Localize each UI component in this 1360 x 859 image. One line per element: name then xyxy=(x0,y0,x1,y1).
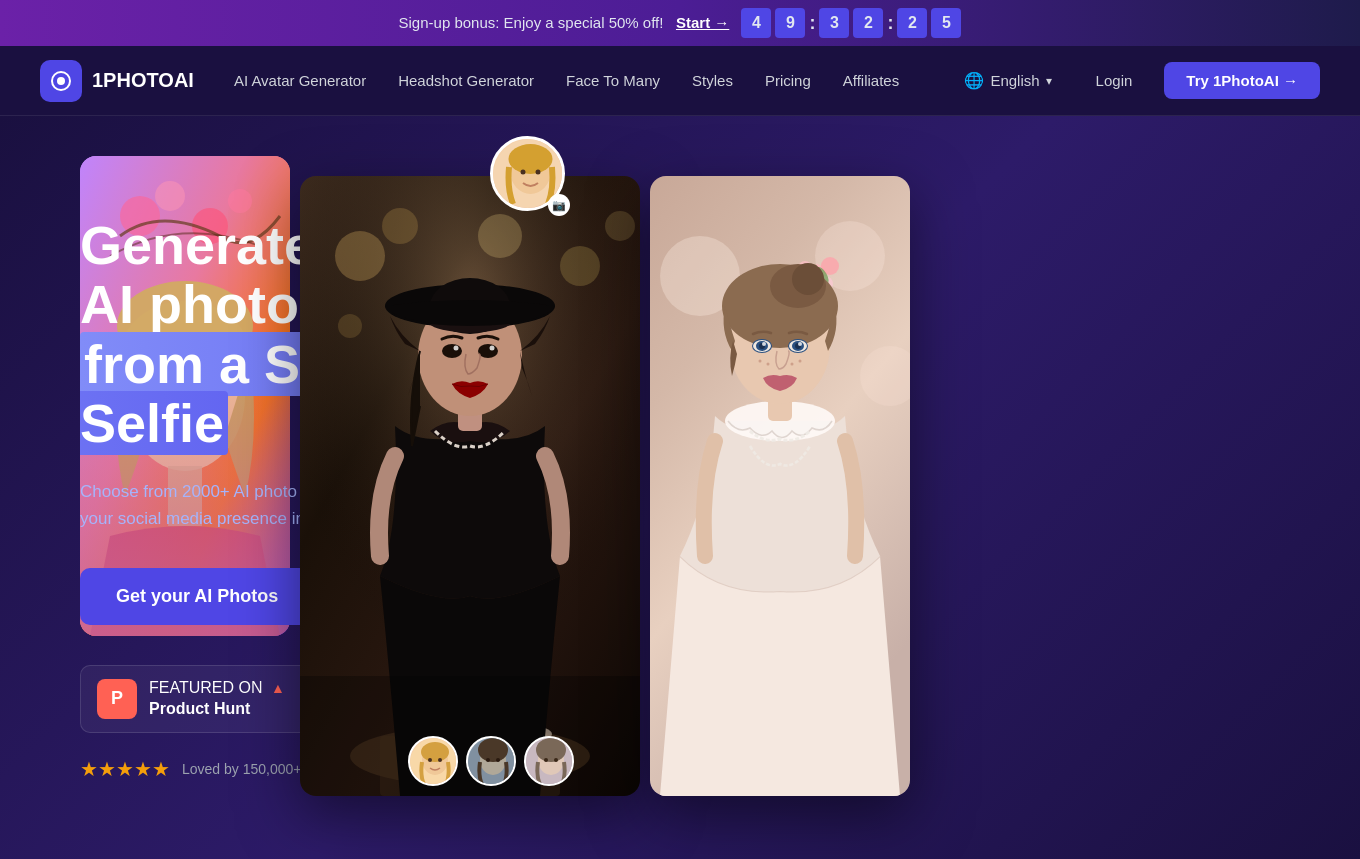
countdown-d2: 9 xyxy=(775,8,805,38)
countdown-sep1: : xyxy=(809,13,815,34)
navbar: 1PHOTOAI AI Avatar Generator Headshot Ge… xyxy=(0,46,1360,116)
svg-point-35 xyxy=(478,344,498,358)
thumb-1[interactable] xyxy=(408,736,458,786)
countdown-d1: 4 xyxy=(741,8,771,38)
svg-point-72 xyxy=(428,758,432,762)
countdown-sep2: : xyxy=(887,13,893,34)
ph-featured-text: FEATURED ON xyxy=(149,679,262,696)
svg-point-65 xyxy=(759,360,762,363)
profile-avatar-container: 📷 xyxy=(490,136,570,216)
svg-point-22 xyxy=(478,214,522,258)
svg-point-63 xyxy=(762,342,766,346)
svg-point-64 xyxy=(798,342,802,346)
svg-point-71 xyxy=(421,742,449,762)
countdown-d4: 2 xyxy=(853,8,883,38)
banner-cta[interactable]: Start → xyxy=(676,14,729,31)
hero-section: Generate beautiful AI photos from a Sing… xyxy=(0,116,1360,859)
svg-point-34 xyxy=(442,344,462,358)
svg-point-73 xyxy=(438,758,442,762)
svg-point-21 xyxy=(382,208,418,244)
nav-face-to-many[interactable]: Face To Many xyxy=(566,72,660,89)
top-banner: Sign-up bonus: Enjoy a special 50% off! … xyxy=(0,0,1360,46)
ph-arrow-icon: ▲ xyxy=(271,680,285,696)
svg-point-1 xyxy=(57,77,65,85)
svg-point-83 xyxy=(554,758,558,762)
get-photos-button[interactable]: Get your AI Photos xyxy=(80,568,314,625)
nav-right: 🌐 English ▾ Login Try 1PhotoAI → xyxy=(952,62,1320,99)
svg-point-66 xyxy=(767,363,770,366)
svg-point-15 xyxy=(509,144,553,174)
logo-icon xyxy=(40,60,82,102)
language-label: English xyxy=(990,72,1039,89)
svg-point-81 xyxy=(536,738,566,762)
countdown-d6: 5 xyxy=(931,8,961,38)
countdown: 4 9 : 3 2 : 2 5 xyxy=(741,8,961,38)
language-selector[interactable]: 🌐 English ▾ xyxy=(952,65,1063,96)
main-ai-photo xyxy=(300,176,640,796)
nav-ai-avatar[interactable]: AI Avatar Generator xyxy=(234,72,366,89)
logo[interactable]: 1PHOTOAI xyxy=(40,60,194,102)
svg-point-16 xyxy=(521,170,526,175)
thumb-2[interactable] xyxy=(466,736,516,786)
second-ai-photo xyxy=(650,176,910,796)
nav-pricing[interactable]: Pricing xyxy=(765,72,811,89)
try-cta-button[interactable]: Try 1PhotoAI → xyxy=(1164,62,1320,99)
nav-affiliates[interactable]: Affiliates xyxy=(843,72,899,89)
svg-point-24 xyxy=(605,211,635,241)
svg-point-54 xyxy=(792,263,824,295)
logo-text: 1PHOTOAI xyxy=(92,69,194,92)
svg-point-25 xyxy=(338,314,362,338)
globe-icon: 🌐 xyxy=(964,71,984,90)
product-hunt-icon: P xyxy=(97,679,137,719)
svg-point-23 xyxy=(560,246,600,286)
camera-icon: 📷 xyxy=(548,194,570,216)
svg-point-82 xyxy=(544,758,548,762)
svg-point-67 xyxy=(791,363,794,366)
svg-point-77 xyxy=(486,758,490,762)
ph-name: Product Hunt xyxy=(149,699,289,720)
nav-styles[interactable]: Styles xyxy=(692,72,733,89)
countdown-d5: 2 xyxy=(897,8,927,38)
nav-headshot[interactable]: Headshot Generator xyxy=(398,72,534,89)
countdown-d3: 3 xyxy=(819,8,849,38)
banner-text: Sign-up bonus: Enjoy a special 50% off! xyxy=(399,14,664,31)
svg-point-36 xyxy=(454,346,459,351)
svg-point-78 xyxy=(496,758,500,762)
svg-point-68 xyxy=(799,360,802,363)
svg-point-76 xyxy=(478,738,508,762)
login-button[interactable]: Login xyxy=(1080,64,1149,97)
thumb-3[interactable] xyxy=(524,736,574,786)
svg-point-37 xyxy=(490,346,495,351)
svg-point-17 xyxy=(536,170,541,175)
chevron-down-icon: ▾ xyxy=(1046,74,1052,88)
svg-point-20 xyxy=(335,231,385,281)
thumbnails xyxy=(408,736,574,786)
ph-text-block: FEATURED ON ▲ Product Hunt xyxy=(149,678,289,720)
nav-links: AI Avatar Generator Headshot Generator F… xyxy=(234,72,953,89)
star-rating: ★★★★★ xyxy=(80,757,170,781)
ph-featured-label: FEATURED ON ▲ xyxy=(149,678,289,699)
